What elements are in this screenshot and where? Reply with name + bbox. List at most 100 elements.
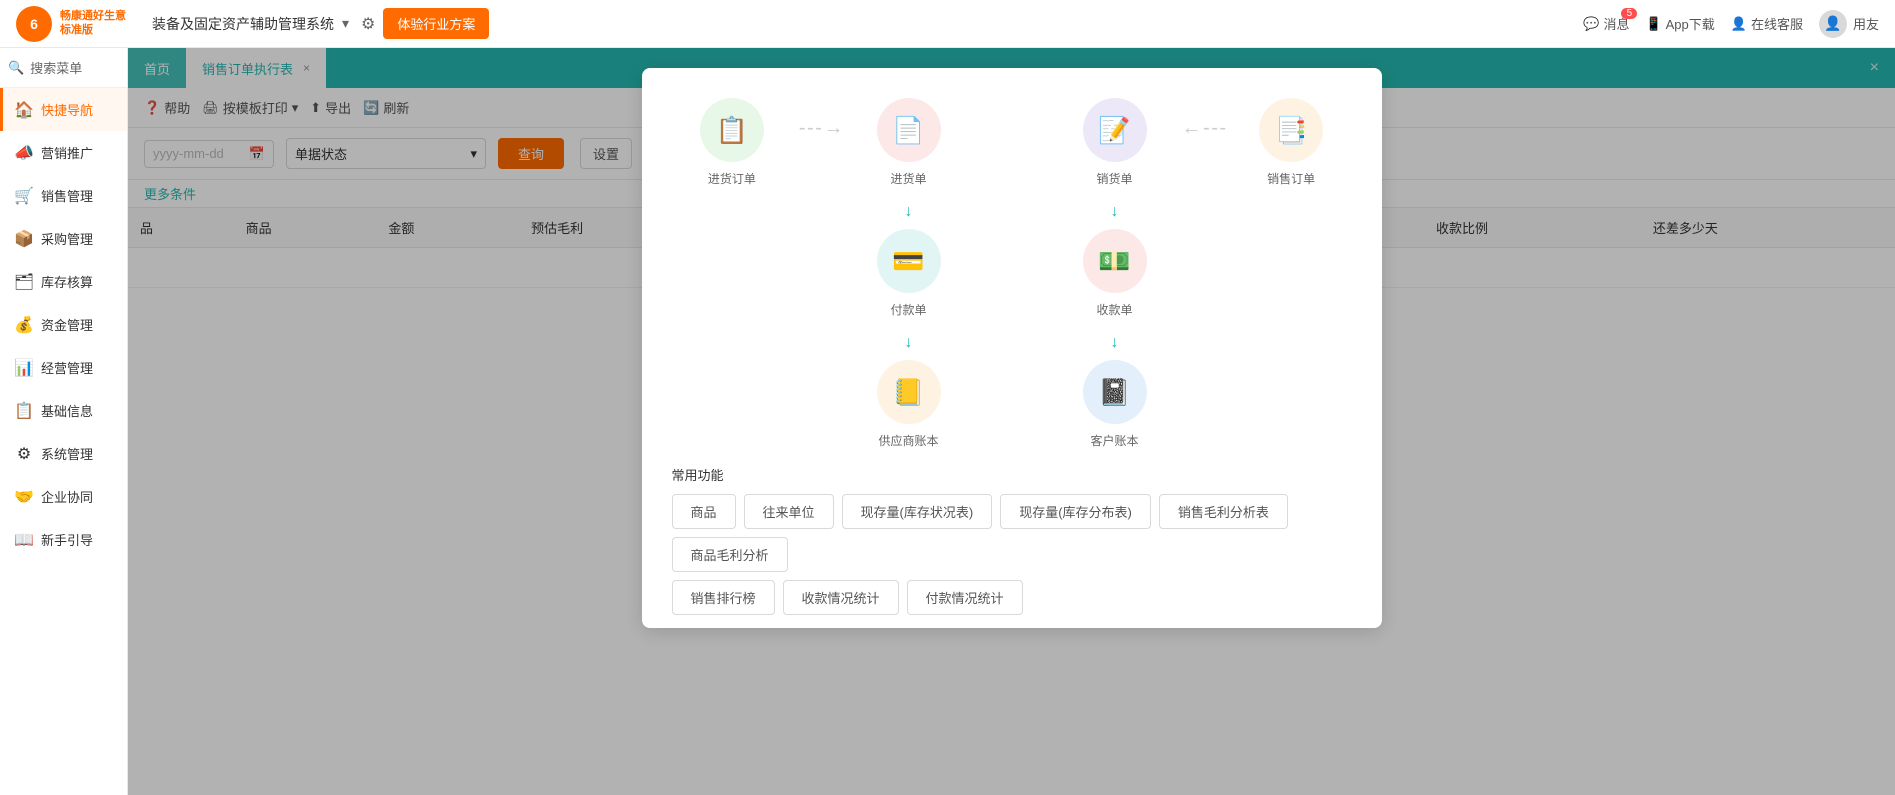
purchase-bill-circle: 📄 — [877, 98, 941, 162]
purchase-bill-label: 进货单 — [890, 170, 926, 187]
customer-account-circle: 📓 — [1083, 360, 1147, 424]
message-icon: 💬 — [1583, 16, 1599, 32]
sidebar-search[interactable]: 🔍 搜索菜单 — [0, 48, 127, 88]
avatar: 👤 — [1819, 10, 1847, 38]
sidebar-item-label-guide: 新手引导 — [41, 530, 93, 549]
sidebar-item-label-basic: 基础信息 — [41, 401, 93, 420]
common-buttons-row2: 销售排行榜 收款情况统计 付款情况统计 — [672, 580, 1352, 615]
sidebar-item-finance[interactable]: 💰 资金管理 — [0, 303, 127, 346]
message-item[interactable]: 💬 消息 5 — [1583, 14, 1629, 33]
purchase-icon: 📦 — [15, 230, 33, 248]
sidebar: 🔍 搜索菜单 🏠 快捷导航 📣 营销推广 🛒 销售管理 📦 采购管理 🗂 — [0, 48, 128, 795]
customer-account-label: 客户账本 — [1090, 432, 1138, 449]
sidebar-item-label-operations: 经营管理 — [41, 358, 93, 377]
sales-icon: 🛒 — [15, 187, 33, 205]
arrow-sales-order-to-bill: ← - - - — [1182, 117, 1225, 168]
sidebar-item-inventory[interactable]: 🗂 库存核算 — [0, 260, 127, 303]
service-icon: 👤 — [1731, 16, 1747, 32]
app-icon: 📱 — [1645, 16, 1661, 32]
enterprise-icon: 🤝 — [15, 488, 33, 506]
service-label: 在线客服 — [1751, 14, 1803, 33]
arrow-down-purchase: ↓ — [905, 203, 913, 221]
top-bar: 6 畅康通好生意 标准版 装备及固定资产辅助管理系统 ▾ ⚙ 体验行业方案 💬 … — [0, 0, 1895, 48]
receipt-circle: 💵 — [1083, 229, 1147, 293]
system-title-area: 装备及固定资产辅助管理系统 ▾ ⚙ — [152, 14, 375, 34]
basic-icon: 📋 — [15, 402, 33, 420]
common-btn-contacts[interactable]: 往来单位 — [744, 494, 834, 529]
purchase-order-circle: 📋 — [700, 98, 764, 162]
arrow-down-receipt: ↓ — [1111, 334, 1119, 352]
modal-overlay[interactable]: 📋 进货订单 - - - → 📄 进货单 📝 销 — [128, 48, 1895, 795]
arrow-purchase-order-to-bill: - - - → — [799, 117, 842, 168]
flow-node-sales-order[interactable]: 📑 销售订单 — [1236, 98, 1346, 187]
online-service-item[interactable]: 👤 在线客服 — [1731, 14, 1803, 33]
flow-node-purchase-bill[interactable]: 📄 进货单 — [854, 98, 964, 187]
sidebar-item-marketing[interactable]: 📣 营销推广 — [0, 131, 127, 174]
sidebar-item-quick[interactable]: 🏠 快捷导航 — [0, 88, 127, 131]
marketing-icon: 📣 — [15, 144, 33, 162]
finance-icon: 💰 — [15, 316, 33, 334]
sidebar-item-label-purchase: 采购管理 — [41, 229, 93, 248]
sidebar-item-operations[interactable]: 📊 经营管理 — [0, 346, 127, 389]
supplier-account-circle: 📒 — [877, 360, 941, 424]
sidebar-item-system[interactable]: ⚙ 系统管理 — [0, 432, 127, 475]
svg-text:6: 6 — [30, 16, 38, 32]
common-btn-product-profit-analysis[interactable]: 商品毛利分析 — [672, 537, 788, 572]
inventory-icon: 🗂 — [15, 273, 33, 291]
sidebar-item-sales[interactable]: 🛒 销售管理 — [0, 174, 127, 217]
flow-node-sales-bill[interactable]: 📝 销货单 — [1060, 98, 1170, 187]
sidebar-item-label-finance: 资金管理 — [41, 315, 93, 334]
operations-icon: 📊 — [15, 359, 33, 377]
experience-btn[interactable]: 体验行业方案 — [383, 8, 489, 39]
payment-label: 付款单 — [890, 301, 926, 318]
receipt-label: 收款单 — [1096, 301, 1132, 318]
top-right-area: 💬 消息 5 📱 App下载 👤 在线客服 👤 用友 — [1583, 10, 1879, 38]
common-btn-receipt-stats[interactable]: 收款情况统计 — [783, 580, 899, 615]
flow-node-receipt[interactable]: 💵 收款单 — [1060, 229, 1170, 318]
purchase-order-label: 进货订单 — [708, 170, 756, 187]
sidebar-item-label-marketing: 营销推广 — [41, 143, 93, 162]
flow-node-purchase-order[interactable]: 📋 进货订单 — [677, 98, 787, 187]
sales-order-label: 销售订单 — [1267, 170, 1315, 187]
flow-diagram: 📋 进货订单 - - - → 📄 进货单 📝 销 — [672, 98, 1352, 449]
common-btn-sales-profit-analysis[interactable]: 销售毛利分析表 — [1159, 494, 1288, 529]
sidebar-item-enterprise[interactable]: 🤝 企业协同 — [0, 475, 127, 518]
logo-text-line2: 标准版 — [60, 24, 126, 37]
sidebar-item-purchase[interactable]: 📦 采购管理 — [0, 217, 127, 260]
search-icon: 🔍 — [8, 60, 24, 76]
flow-node-customer-account[interactable]: 📓 客户账本 — [1060, 360, 1170, 449]
sidebar-item-label-quick: 快捷导航 — [41, 100, 93, 119]
flow-node-payment[interactable]: 💳 付款单 — [854, 229, 964, 318]
app-label: App下载 — [1666, 14, 1715, 33]
common-btn-stock-distribution[interactable]: 现存量(库存分布表) — [1000, 494, 1151, 529]
logo-icon: 6 — [16, 6, 52, 42]
common-btn-payment-stats[interactable]: 付款情况统计 — [907, 580, 1023, 615]
logo-text-line1: 畅康通好生意 — [60, 10, 126, 23]
system-dropdown-btn[interactable]: ▾ — [342, 15, 349, 32]
common-btn-stock-status[interactable]: 现存量(库存状况表) — [842, 494, 993, 529]
sales-order-circle: 📑 — [1259, 98, 1323, 162]
system-icon: ⚙ — [15, 445, 33, 463]
app-download-item[interactable]: 📱 App下载 — [1645, 14, 1714, 33]
message-badge: 5 — [1621, 8, 1637, 19]
sidebar-item-guide[interactable]: 📖 新手引导 — [0, 518, 127, 561]
common-btn-sales-ranking[interactable]: 销售排行榜 — [672, 580, 775, 615]
common-functions-section: 常用功能 商品 往来单位 现存量(库存状况表) 现存量(库存分布表) 销售毛利分… — [672, 465, 1352, 615]
payment-circle: 💳 — [877, 229, 941, 293]
logo-area: 6 畅康通好生意 标准版 — [16, 6, 144, 42]
sidebar-item-label-inventory: 库存核算 — [41, 272, 93, 291]
common-functions-title: 常用功能 — [672, 465, 1352, 484]
arrow-down-payment: ↓ — [905, 334, 913, 352]
flow-node-supplier-account[interactable]: 📒 供应商账本 — [854, 360, 964, 449]
sidebar-item-basic[interactable]: 📋 基础信息 — [0, 389, 127, 432]
sidebar-item-label-enterprise: 企业协同 — [41, 487, 93, 506]
search-label: 搜索菜单 — [30, 58, 82, 77]
settings-btn[interactable]: ⚙ — [361, 14, 375, 34]
user-info[interactable]: 👤 用友 — [1819, 10, 1879, 38]
user-label: 用友 — [1853, 14, 1879, 33]
common-btn-product[interactable]: 商品 — [672, 494, 736, 529]
sidebar-item-label-sales: 销售管理 — [41, 186, 93, 205]
sales-bill-circle: 📝 — [1083, 98, 1147, 162]
common-buttons-row1: 商品 往来单位 现存量(库存状况表) 现存量(库存分布表) 销售毛利分析表 商品… — [672, 494, 1352, 572]
sales-bill-label: 销货单 — [1096, 170, 1132, 187]
